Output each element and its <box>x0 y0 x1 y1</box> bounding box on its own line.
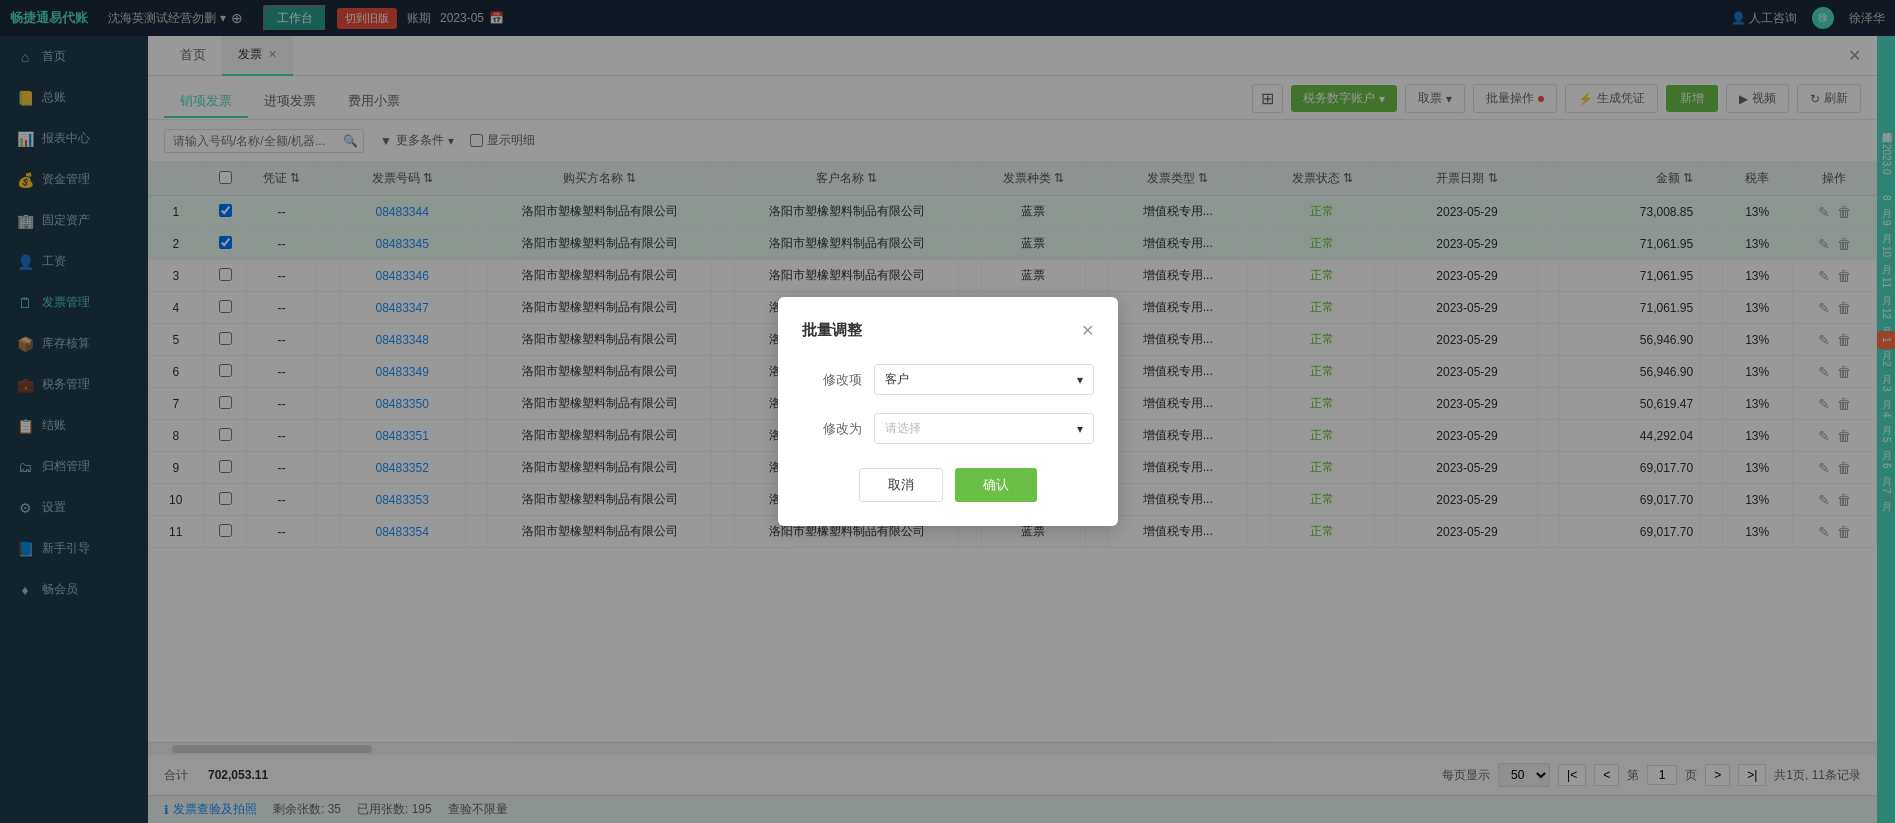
modal-confirm-btn[interactable]: 确认 <box>955 468 1037 502</box>
modal-header: 批量调整 ✕ <box>802 321 1094 340</box>
modal-modify-item-select[interactable]: 客户 ▾ <box>874 364 1094 395</box>
modal-modify-to-select[interactable]: 请选择 ▾ <box>874 413 1094 444</box>
modal-close-btn[interactable]: ✕ <box>1081 321 1094 340</box>
modal-modify-item-label: 修改项 <box>802 371 862 389</box>
modal-actions: 取消 确认 <box>802 468 1094 502</box>
modal-modify-to-row: 修改为 请选择 ▾ <box>802 413 1094 444</box>
batch-adjust-modal: 批量调整 ✕ 修改项 客户 ▾ 修改为 请选择 ▾ 取消 确认 <box>778 297 1118 526</box>
modal-modify-item-row: 修改项 客户 ▾ <box>802 364 1094 395</box>
chevron-down-icon: ▾ <box>1077 422 1083 436</box>
modal-title: 批量调整 <box>802 321 862 340</box>
modal-modify-to-label: 修改为 <box>802 420 862 438</box>
modal-modify-item-value: 客户 <box>885 371 909 388</box>
chevron-down-icon: ▾ <box>1077 373 1083 387</box>
modal-overlay: 批量调整 ✕ 修改项 客户 ▾ 修改为 请选择 ▾ 取消 确认 <box>0 0 1895 823</box>
modal-modify-to-placeholder: 请选择 <box>885 420 921 437</box>
modal-cancel-btn[interactable]: 取消 <box>859 468 943 502</box>
